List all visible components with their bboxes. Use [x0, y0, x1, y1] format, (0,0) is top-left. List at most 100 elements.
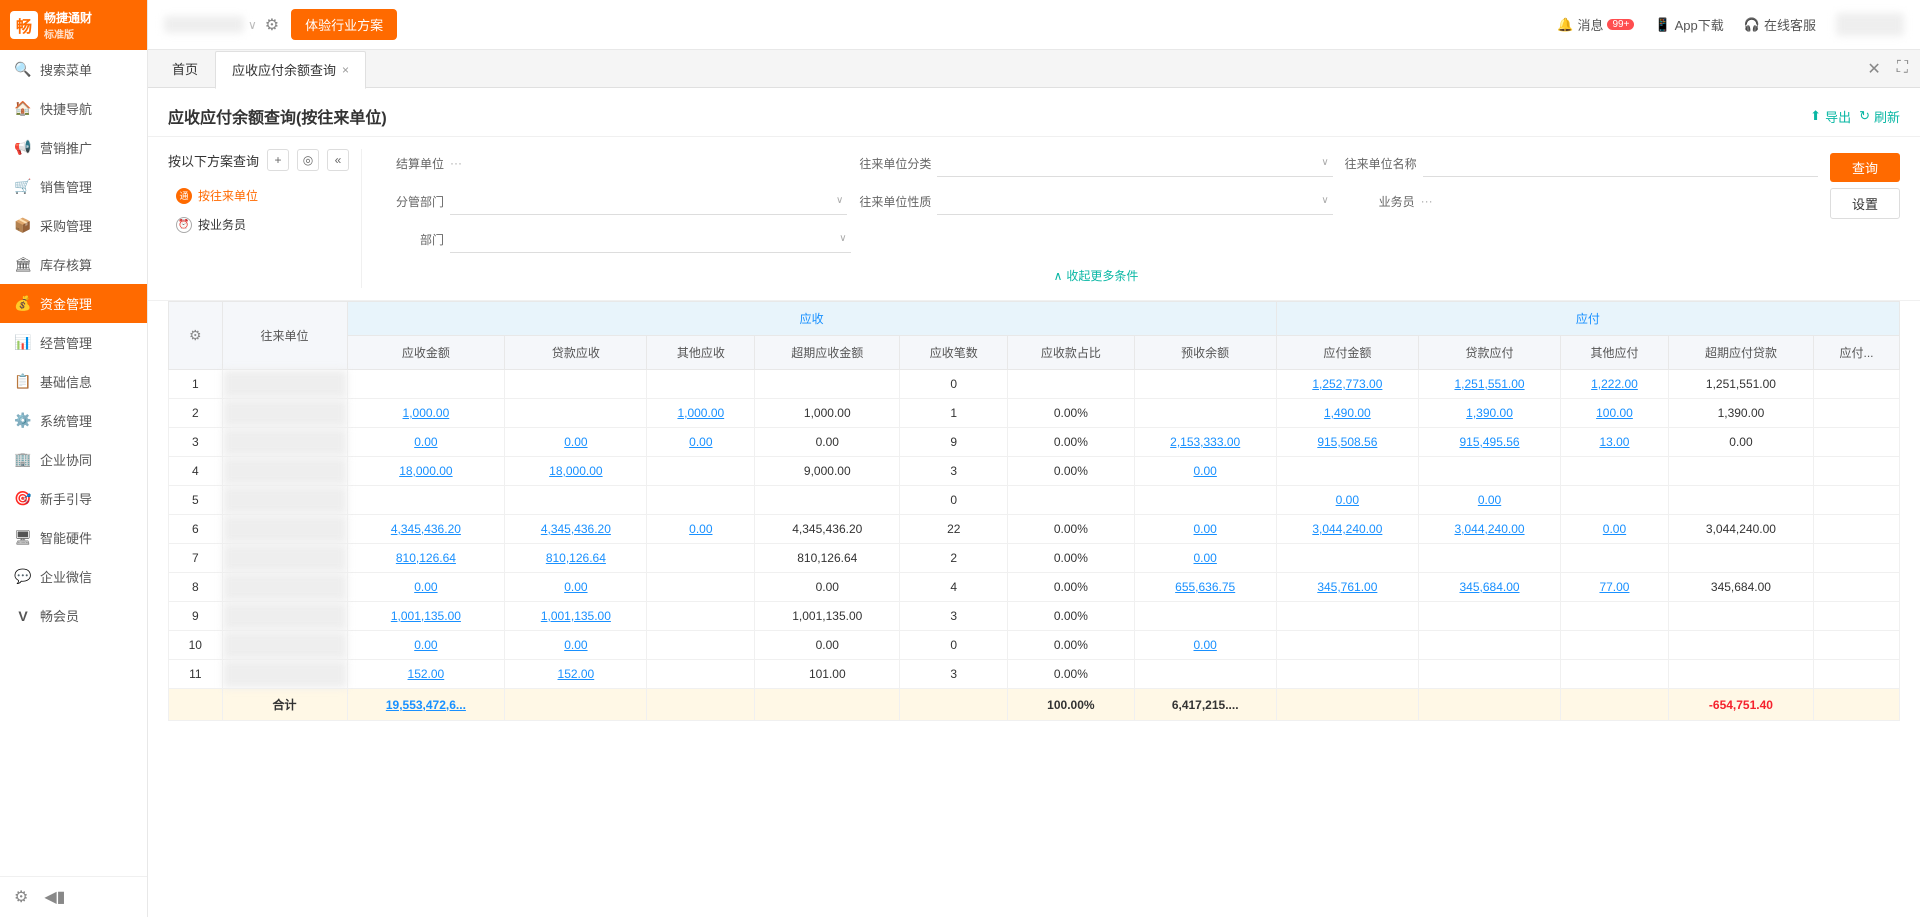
sidebar-item-wechat[interactable]: 💬 企业微信 — [0, 557, 147, 596]
cell-value[interactable]: 77.00 — [1561, 573, 1669, 602]
cell-value[interactable]: 4,345,436.20 — [505, 515, 647, 544]
cell-value[interactable] — [647, 457, 755, 486]
cell-value[interactable] — [647, 573, 755, 602]
cell-value[interactable] — [505, 486, 647, 515]
cell-value[interactable]: 1,001,135.00 — [347, 602, 505, 631]
cell-value[interactable]: 0.00 — [1134, 515, 1276, 544]
partner-name-input[interactable] — [1423, 149, 1818, 177]
cell-value[interactable]: 0.00 — [505, 573, 647, 602]
cell-value[interactable] — [647, 486, 755, 515]
scheme-item-salesman[interactable]: ⏰ 按业务员 — [168, 212, 349, 237]
cell-value[interactable]: 18,000.00 — [347, 457, 505, 486]
window-close-icon[interactable]: ✕ — [1863, 59, 1884, 79]
salesman-dots-icon[interactable]: ··· — [1421, 194, 1433, 208]
cell-value[interactable] — [647, 370, 755, 399]
dept-select[interactable]: ∨ — [450, 187, 847, 215]
cell-value[interactable]: 152.00 — [347, 660, 505, 689]
cell-value[interactable]: 0.00 — [347, 573, 505, 602]
cell-value[interactable]: 2,153,333.00 — [1134, 428, 1276, 457]
partner-nature-select[interactable]: ∨ — [937, 187, 1332, 215]
tab-close-icon[interactable]: × — [342, 63, 349, 77]
sidebar-item-corp[interactable]: 🏢 企业协同 — [0, 440, 147, 479]
sidebar-item-quicknav[interactable]: 🏠 快捷导航 — [0, 89, 147, 128]
cell-value[interactable] — [1418, 602, 1560, 631]
cell-value[interactable] — [347, 486, 505, 515]
cell-value[interactable] — [505, 399, 647, 428]
cell-value[interactable]: 0.00 — [505, 631, 647, 660]
settings-icon[interactable]: ⚙ — [14, 887, 28, 907]
window-expand-icon[interactable]: ⛶ — [1893, 59, 1912, 79]
sidebar-item-guide[interactable]: 🎯 新手引导 — [0, 479, 147, 518]
sidebar-item-sales[interactable]: 🛒 销售管理 — [0, 167, 147, 206]
online-service-item[interactable]: 🎧 在线客服 — [1744, 15, 1816, 34]
cell-value[interactable] — [1276, 602, 1418, 631]
scheme-item-partner[interactable]: 通 按往来单位 — [168, 183, 349, 208]
user-info[interactable] — [1836, 13, 1904, 36]
cell-value[interactable] — [347, 370, 505, 399]
collapse-icon[interactable]: ◀▮ — [44, 887, 65, 907]
sidebar-item-member[interactable]: V 畅会员 — [0, 596, 147, 635]
gear-icon[interactable]: ⚙ — [265, 15, 279, 35]
cell-value[interactable]: 0.00 — [1561, 515, 1669, 544]
filter-collapse-button[interactable]: « — [327, 149, 349, 171]
cell-value[interactable] — [1276, 660, 1418, 689]
settlement-dots-icon[interactable]: ··· — [450, 156, 462, 170]
sidebar-item-system[interactable]: ⚙️ 系统管理 — [0, 401, 147, 440]
cell-value[interactable]: 0.00 — [647, 428, 755, 457]
tab-arAp[interactable]: 应收应付余额查询 × — [215, 51, 366, 89]
cell-value[interactable]: 152.00 — [505, 660, 647, 689]
sidebar-item-search[interactable]: 🔍 搜索菜单 — [0, 50, 147, 89]
cell-value[interactable]: 1,222.00 — [1561, 370, 1669, 399]
cell-value[interactable]: 0.00 — [1134, 631, 1276, 660]
cell-value[interactable]: 655,636.75 — [1134, 573, 1276, 602]
sidebar-item-purchase[interactable]: 📦 采购管理 — [0, 206, 147, 245]
cell-value[interactable] — [647, 544, 755, 573]
refresh-button[interactable]: ↻ 刷新 — [1859, 107, 1900, 126]
sidebar-item-finance[interactable]: 💰 资金管理 — [0, 284, 147, 323]
cell-value[interactable] — [1418, 631, 1560, 660]
cell-value[interactable]: 1,490.00 — [1276, 399, 1418, 428]
cell-value[interactable]: 0.00 — [1134, 544, 1276, 573]
cell-value[interactable]: 18,000.00 — [505, 457, 647, 486]
sidebar-item-marketing[interactable]: 📢 营销推广 — [0, 128, 147, 167]
cell-value[interactable] — [1418, 457, 1560, 486]
sidebar-item-operation[interactable]: 📊 经营管理 — [0, 323, 147, 362]
export-button[interactable]: ⬆ 导出 — [1810, 107, 1851, 126]
cell-value[interactable]: 345,761.00 — [1276, 573, 1418, 602]
cell-value[interactable] — [1276, 631, 1418, 660]
tab-home[interactable]: 首页 — [156, 50, 215, 88]
query-button[interactable]: 查询 — [1830, 153, 1900, 182]
cell-value[interactable] — [647, 602, 755, 631]
filter-target-button[interactable]: ◎ — [297, 149, 319, 171]
cell-value[interactable]: 1,252,773.00 — [1276, 370, 1418, 399]
cell-value[interactable] — [1418, 660, 1560, 689]
promo-button[interactable]: 体验行业方案 — [291, 9, 397, 40]
cell-value[interactable]: 1,390.00 — [1418, 399, 1560, 428]
filter-add-button[interactable]: + — [267, 149, 289, 171]
cell-value[interactable] — [505, 370, 647, 399]
cell-value[interactable]: 1,251,551.00 — [1418, 370, 1560, 399]
cell-value[interactable]: 810,126.64 — [347, 544, 505, 573]
cell-value[interactable] — [647, 631, 755, 660]
cell-value[interactable]: 1,000.00 — [347, 399, 505, 428]
cell-value[interactable]: 0.00 — [505, 428, 647, 457]
branch-select[interactable]: ∨ — [450, 225, 851, 253]
cell-value[interactable] — [647, 660, 755, 689]
cell-value[interactable] — [1276, 544, 1418, 573]
sidebar-item-inventory[interactable]: 🏛 库存核算 — [0, 245, 147, 284]
cell-value[interactable]: 4,345,436.20 — [347, 515, 505, 544]
cell-value[interactable]: 3,044,240.00 — [1276, 515, 1418, 544]
cell-value[interactable]: 1,001,135.00 — [505, 602, 647, 631]
partner-type-select[interactable]: ∨ — [937, 149, 1332, 177]
cell-value[interactable]: 915,495.56 — [1418, 428, 1560, 457]
set-button[interactable]: 设置 — [1830, 188, 1900, 219]
cell-value[interactable]: 13.00 — [1561, 428, 1669, 457]
cell-value[interactable]: 915,508.56 — [1276, 428, 1418, 457]
sidebar-item-hardware[interactable]: 🖥 智能硬件 — [0, 518, 147, 557]
cell-value[interactable]: 1,000.00 — [647, 399, 755, 428]
cell-value[interactable]: 810,126.64 — [505, 544, 647, 573]
col-setting-header[interactable]: ⚙ — [169, 302, 223, 370]
cell-value[interactable] — [1418, 544, 1560, 573]
cell-value[interactable]: 345,684.00 — [1418, 573, 1560, 602]
sidebar-item-basic[interactable]: 📋 基础信息 — [0, 362, 147, 401]
